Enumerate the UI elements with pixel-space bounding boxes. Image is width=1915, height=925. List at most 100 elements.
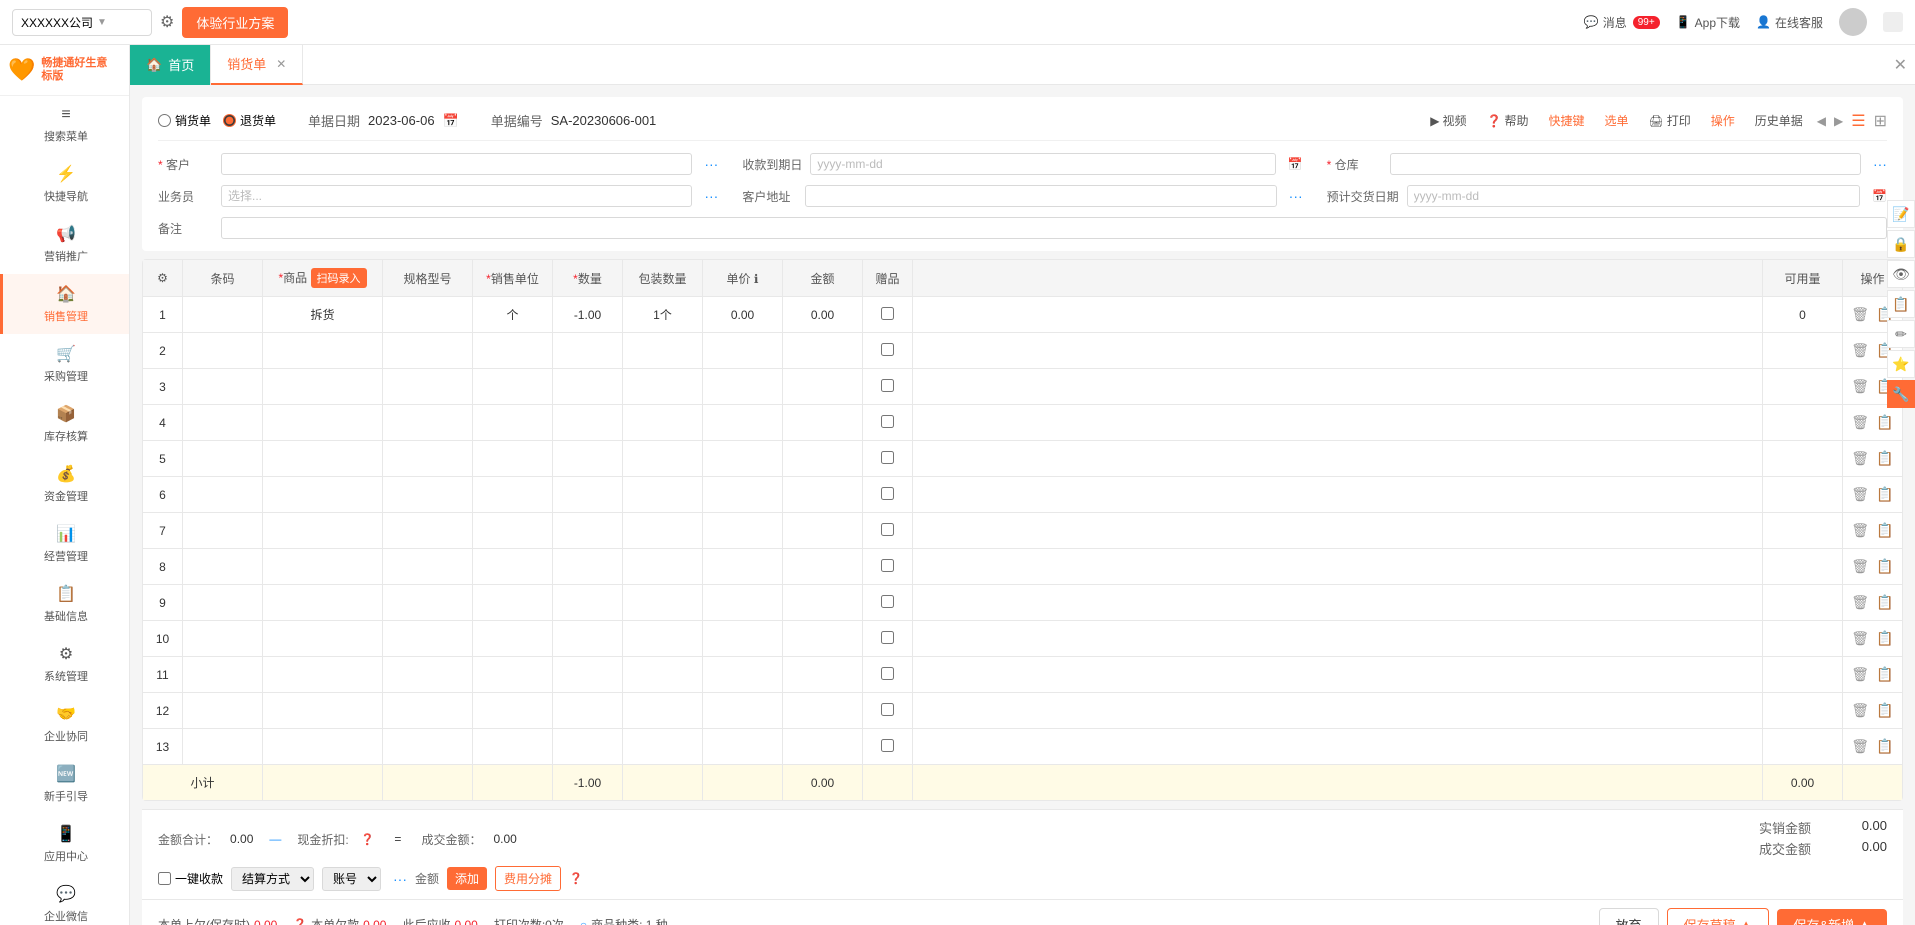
float-btn-clipboard[interactable]: 📋 (1887, 290, 1915, 318)
copy-btn-9[interactable]: 📋 (1874, 592, 1895, 613)
copy-btn-8[interactable]: 📋 (1874, 556, 1895, 577)
sidebar-item-capital[interactable]: 💰 资金管理 (0, 454, 129, 514)
expense-split-button[interactable]: 费用分摊 (495, 866, 561, 891)
sidebar-item-search[interactable]: ≡ 搜索菜单 (0, 96, 129, 154)
customer-input[interactable] (221, 153, 692, 175)
sidebar-item-marketing[interactable]: 📢 营销推广 (0, 214, 129, 274)
delete-btn-12[interactable]: 🗑 (1849, 700, 1871, 721)
gift-checkbox-5[interactable] (881, 451, 894, 464)
tab-sales-order[interactable]: 销货单 ✕ (211, 45, 303, 85)
spec-input-1[interactable] (389, 305, 466, 325)
sidebar-item-sales[interactable]: 🏠 销售管理 (0, 274, 129, 334)
tab-home[interactable]: 🏠 首页 (130, 45, 211, 85)
gift-checkbox-13[interactable] (881, 739, 894, 752)
sidebar-item-wechat[interactable]: 💬 企业微信 (0, 874, 129, 925)
save-new-button[interactable]: 保存&新增 ▲ (1777, 909, 1887, 925)
app-download-button[interactable]: 📱 App下载 (1676, 14, 1740, 31)
delivery-date-calendar-icon[interactable]: 📅 (1872, 189, 1887, 203)
gear-settings-icon[interactable]: ⚙ (160, 12, 174, 32)
warehouse-dots-icon[interactable]: ··· (1873, 156, 1887, 172)
sidebar-item-guide[interactable]: 🆕 新手引导 (0, 754, 129, 814)
th-settings[interactable]: ⚙ (143, 260, 183, 297)
scan-button[interactable]: 扫码录入 (311, 268, 367, 288)
copy-btn-11[interactable]: 📋 (1874, 664, 1895, 685)
calendar-icon[interactable]: 📅 (443, 113, 459, 129)
product-type-item[interactable]: ○ 商品种类: 1 种 (580, 916, 668, 925)
account-dots-icon[interactable]: ··· (393, 871, 407, 887)
gift-checkbox-11[interactable] (881, 667, 894, 680)
nav-next-icon[interactable]: ▶ (1834, 114, 1843, 128)
delete-btn-1[interactable]: 🗑 (1849, 304, 1871, 325)
help-icon-small[interactable]: ❓ (361, 833, 375, 846)
expense-help-icon[interactable]: ❓ (569, 872, 583, 885)
nav-prev-icon[interactable]: ◀ (1817, 114, 1826, 128)
salesperson-dots-icon[interactable]: ··· (704, 188, 718, 204)
gift-checkbox-10[interactable] (881, 631, 894, 644)
view-grid-icon[interactable]: ⊞ (1874, 111, 1887, 131)
copy-btn-13[interactable]: 📋 (1874, 736, 1895, 757)
gift-checkbox-7[interactable] (881, 523, 894, 536)
copy-btn-4[interactable]: 📋 (1874, 412, 1895, 433)
sidebar-item-purchase[interactable]: 🛒 采购管理 (0, 334, 129, 394)
sidebar-item-inventory[interactable]: 📦 库存核算 (0, 394, 129, 454)
sidebar-item-basic[interactable]: 📋 基础信息 (0, 574, 129, 634)
gift-checkbox-1[interactable] (881, 307, 894, 320)
print-btn[interactable]: 🖨 打印 (1643, 109, 1697, 132)
warehouse-input[interactable]: 建材仓 (1390, 153, 1861, 175)
copy-btn-7[interactable]: 📋 (1874, 520, 1895, 541)
gift-checkbox-12[interactable] (881, 703, 894, 716)
message-button[interactable]: 💬 消息 99+ (1584, 14, 1660, 31)
gift-checkbox-6[interactable] (881, 487, 894, 500)
float-btn-tool[interactable]: 🔧 (1887, 380, 1915, 408)
barcode-input-1[interactable] (189, 305, 256, 325)
one-click-payment-label[interactable]: 一键收款 (158, 870, 223, 887)
float-btn-star[interactable]: ⭐ (1887, 350, 1915, 378)
debt-help-icon[interactable]: ❓ (293, 918, 307, 925)
delete-btn-4[interactable]: 🗑 (1849, 412, 1871, 433)
history-btn[interactable]: 历史单据 (1749, 109, 1809, 132)
float-btn-view[interactable]: 👁 (1887, 260, 1915, 288)
help-btn[interactable]: ❓ 帮助 (1481, 109, 1535, 132)
delete-btn-9[interactable]: 🗑 (1849, 592, 1871, 613)
gift-checkbox-8[interactable] (881, 559, 894, 572)
gift-checkbox-4[interactable] (881, 415, 894, 428)
delete-btn-3[interactable]: 🗑 (1849, 376, 1871, 397)
copy-btn-6[interactable]: 📋 (1874, 484, 1895, 505)
operate-btn[interactable]: 操作 (1705, 109, 1741, 132)
company-selector[interactable]: XXXXXX公司 ▼ (12, 9, 152, 36)
sales-radio[interactable]: 销货单 (158, 112, 211, 129)
gift-checkbox-2[interactable] (881, 343, 894, 356)
delete-btn-6[interactable]: 🗑 (1849, 484, 1871, 505)
delete-btn-10[interactable]: 🗑 (1849, 628, 1871, 649)
sidebar-item-system[interactable]: ⚙ 系统管理 (0, 634, 129, 694)
video-btn[interactable]: ▶ 视频 (1424, 109, 1472, 132)
avatar[interactable] (1839, 8, 1867, 36)
customer-addr-input[interactable] (805, 185, 1276, 207)
delete-btn-8[interactable]: 🗑 (1849, 556, 1871, 577)
save-draft-button[interactable]: 保存草稿 ▲ (1667, 908, 1770, 925)
shortcut-btn[interactable]: 快捷键 (1542, 109, 1590, 132)
sidebar-item-quick[interactable]: ⚡ 快捷导航 (0, 154, 129, 214)
account-select[interactable]: 账号 (322, 867, 381, 891)
copy-btn-5[interactable]: 📋 (1874, 448, 1895, 469)
delete-btn-2[interactable]: 🗑 (1849, 340, 1871, 361)
payment-due-calendar-icon[interactable]: 📅 (1288, 157, 1303, 171)
customer-addr-dots-icon[interactable]: ··· (1289, 188, 1303, 204)
tab-close-icon[interactable]: ✕ (276, 57, 286, 71)
copy-btn-12[interactable]: 📋 (1874, 700, 1895, 721)
one-click-checkbox[interactable] (158, 872, 171, 885)
sidebar-item-apps[interactable]: 📱 应用中心 (0, 814, 129, 874)
online-service-button[interactable]: 👤 在线客服 (1756, 14, 1823, 31)
delivery-date-input[interactable] (1407, 185, 1860, 207)
remarks-input[interactable] (221, 217, 1887, 239)
gift-checkbox-9[interactable] (881, 595, 894, 608)
customer-dots-icon[interactable]: ··· (704, 156, 718, 172)
float-btn-pencil[interactable]: ✏ (1887, 320, 1915, 348)
add-payment-button[interactable]: 添加 (447, 867, 487, 890)
calc-method-select[interactable]: 结算方式 (231, 867, 314, 891)
delete-btn-11[interactable]: 🗑 (1849, 664, 1871, 685)
return-radio[interactable]: 退货单 (223, 112, 276, 129)
copy-btn-10[interactable]: 📋 (1874, 628, 1895, 649)
date-value[interactable]: 2023-06-06 (368, 113, 435, 128)
sidebar-item-operations[interactable]: 📊 经营管理 (0, 514, 129, 574)
